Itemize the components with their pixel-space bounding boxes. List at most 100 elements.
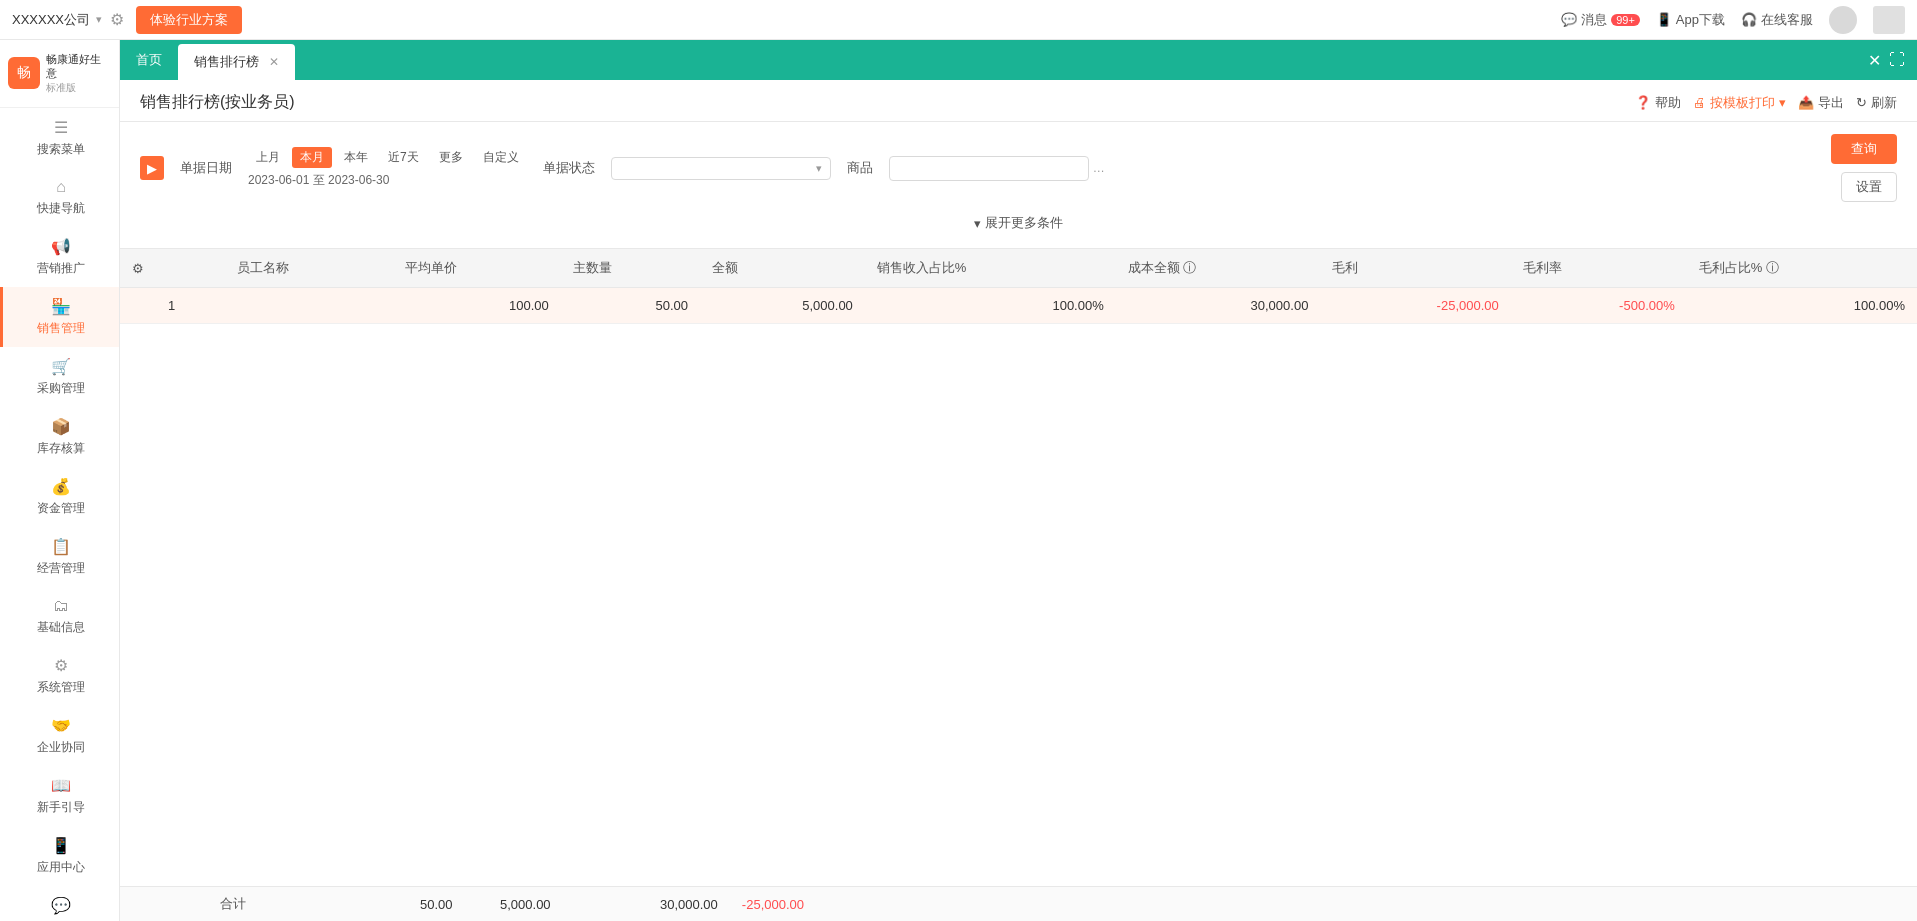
help-icon: ❓ [1635, 95, 1651, 110]
guide-icon: 📖 [51, 776, 71, 795]
tab-bar: 首页 销售排行榜 ✕ ✕ ⛶ [120, 40, 1917, 80]
table-header: ⚙ 员工名称 平均单价 主数量 全额 销售收入占比% 成本全额 ⓘ 毛利 毛利率… [120, 249, 1917, 288]
print-dropdown-icon: ▾ [1779, 95, 1786, 110]
filter-expand-row: ▾ 展开更多条件 [140, 210, 1897, 236]
sidebar-item-system[interactable]: ⚙ 系统管理 [0, 646, 119, 706]
goods-filter-label: 商品 [847, 159, 873, 177]
sidebar-item-marketing[interactable]: 📢 营销推广 [0, 227, 119, 287]
sidebar-label-search: 搜索菜单 [37, 141, 85, 158]
sidebar-label-sales: 销售管理 [37, 320, 85, 337]
sidebar-item-app-center[interactable]: 📱 应用中心 [0, 826, 119, 886]
refresh-icon: ↻ [1856, 95, 1867, 110]
logo-tag: 标准版 [46, 81, 111, 95]
app-download-btn[interactable]: 📱 App下载 [1656, 11, 1725, 29]
col-qty: 主数量 [561, 249, 700, 288]
app-center-icon: 📱 [51, 836, 71, 855]
search-menu-icon: ☰ [54, 118, 68, 137]
sidebar-label-app-center: 应用中心 [37, 859, 85, 876]
table-container: ⚙ 员工名称 平均单价 主数量 全额 销售收入占比% 成本全额 ⓘ 毛利 毛利率… [120, 249, 1917, 886]
export-btn[interactable]: 📤 导出 [1798, 94, 1844, 112]
sidebar-label-finance: 资金管理 [37, 500, 85, 517]
operations-icon: 📋 [51, 537, 71, 556]
sidebar-item-sales[interactable]: 🏪 销售管理 [0, 287, 119, 347]
sidebar-item-basic-info[interactable]: 🗂 基础信息 [0, 587, 119, 646]
sidebar-item-guide[interactable]: 📖 新手引导 [0, 766, 119, 826]
col-sales-pct: 销售收入占比% [865, 249, 1116, 288]
sidebar-logo: 畅 畅康通好生意 标准版 [0, 40, 119, 108]
date-opt-custom[interactable]: 自定义 [475, 147, 527, 168]
sidebar-label-system: 系统管理 [37, 679, 85, 696]
main-layout: 畅 畅康通好生意 标准版 ☰ 搜索菜单 ⌂ 快捷导航 📢 营销推广 🏪 销售管理… [0, 40, 1917, 921]
settings-btn[interactable]: 设置 [1841, 172, 1897, 202]
refresh-btn[interactable]: ↻ 刷新 [1856, 94, 1897, 112]
template-print-label: 按模板打印 [1710, 94, 1775, 112]
message-badge: 99+ [1611, 14, 1640, 26]
table-row: 1 100.00 50.00 5,000.00 100.00% 30,000.0… [120, 288, 1917, 324]
sidebar-label-purchase: 采购管理 [37, 380, 85, 397]
settings-icon[interactable]: ⚙ [110, 10, 124, 29]
sidebar-item-quick-nav[interactable]: ⌂ 快捷导航 [0, 168, 119, 227]
table-footer: 合计 50.00 5,000.00 30,000.00 -25,000.00 [120, 886, 1917, 921]
table-body: 1 100.00 50.00 5,000.00 100.00% 30,000.0… [120, 288, 1917, 324]
page-header-actions: ❓ 帮助 🖨 按模板打印 ▾ 📤 导出 ↻ 刷新 [1635, 94, 1897, 112]
date-opt-more[interactable]: 更多 [431, 147, 471, 168]
sidebar-item-operations[interactable]: 📋 经营管理 [0, 527, 119, 587]
app-icon: 📱 [1656, 12, 1672, 27]
cell-settings [120, 288, 156, 324]
goods-input[interactable] [889, 156, 1089, 181]
export-icon: 📤 [1798, 95, 1814, 110]
online-service-btn[interactable]: 🎧 在线客服 [1741, 11, 1813, 29]
goods-more-icon[interactable]: … [1093, 161, 1105, 175]
sidebar-item-finance[interactable]: 💰 资金管理 [0, 467, 119, 527]
help-label: 帮助 [1655, 94, 1681, 112]
col-settings[interactable]: ⚙ [120, 249, 156, 288]
expand-conditions-btn[interactable]: ▾ 展开更多条件 [974, 214, 1063, 232]
user-menu[interactable] [1873, 6, 1905, 34]
template-print-btn[interactable]: 🖨 按模板打印 ▾ [1693, 94, 1786, 112]
trial-btn[interactable]: 体验行业方案 [136, 6, 242, 34]
sidebar-label-guide: 新手引导 [37, 799, 85, 816]
tab-bar-right: ✕ ⛶ [1868, 51, 1917, 70]
home-tab-label: 首页 [136, 51, 162, 69]
footer-amount: 5,000.00 [488, 897, 568, 912]
sidebar-item-enterprise[interactable]: 🤝 企业协同 [0, 706, 119, 766]
sidebar-item-inventory[interactable]: 📦 库存核算 [0, 407, 119, 467]
message-btn[interactable]: 💬 消息 99+ [1561, 11, 1640, 29]
top-bar: XXXXXX公司 ▾ ⚙ 体验行业方案 💬 消息 99+ 📱 App下载 🎧 在… [0, 0, 1917, 40]
date-opt-this-month[interactable]: 本月 [292, 147, 332, 168]
sidebar-label-quick-nav: 快捷导航 [37, 200, 85, 217]
tab-home[interactable]: 首页 [120, 40, 178, 80]
avatar[interactable] [1829, 6, 1857, 34]
date-opt-7days[interactable]: 近7天 [380, 147, 427, 168]
filter-main-row: ▶ 单据日期 上月 本月 本年 近7天 更多 自定义 2023-06-01 至 … [140, 134, 1897, 202]
cell-sales-pct: 100.00% [865, 288, 1116, 324]
sidebar-item-wechat[interactable]: 💬 企业微信 [0, 886, 119, 921]
message-label: 消息 [1581, 11, 1607, 29]
online-service-label: 在线客服 [1761, 11, 1813, 29]
sidebar-item-purchase[interactable]: 🛒 采购管理 [0, 347, 119, 407]
tab-sales-rank[interactable]: 销售排行榜 ✕ [178, 44, 295, 80]
tab-minimize-icon[interactable]: ✕ [1868, 51, 1881, 70]
footer-qty: 50.00 [408, 897, 488, 912]
date-opt-this-year[interactable]: 本年 [336, 147, 376, 168]
help-btn[interactable]: ❓ 帮助 [1635, 94, 1681, 112]
basic-info-icon: 🗂 [53, 597, 69, 615]
print-icon: 🖨 [1693, 95, 1706, 110]
status-select[interactable]: ▾ [611, 157, 831, 180]
logo-text-wrap: 畅康通好生意 标准版 [46, 52, 111, 95]
company-name: XXXXXX公司 [12, 11, 90, 29]
footer-total-label: 合计 [208, 895, 328, 913]
sidebar-item-search[interactable]: ☰ 搜索菜单 [0, 108, 119, 168]
col-avg-price: 平均单价 [393, 249, 561, 288]
cell-employee [225, 288, 393, 324]
col-gross: 毛利 [1320, 249, 1510, 288]
filter-toggle-btn[interactable]: ▶ [140, 156, 164, 180]
tab-close-icon[interactable]: ✕ [269, 55, 279, 69]
col-amount: 全额 [700, 249, 865, 288]
page-content: 销售排行榜(按业务员) ❓ 帮助 🖨 按模板打印 ▾ 📤 导出 [120, 80, 1917, 921]
tab-expand-icon[interactable]: ⛶ [1889, 51, 1905, 69]
query-btn[interactable]: 查询 [1831, 134, 1897, 164]
date-opt-last-month[interactable]: 上月 [248, 147, 288, 168]
company-selector[interactable]: XXXXXX公司 ▾ [12, 11, 102, 29]
finance-icon: 💰 [51, 477, 71, 496]
